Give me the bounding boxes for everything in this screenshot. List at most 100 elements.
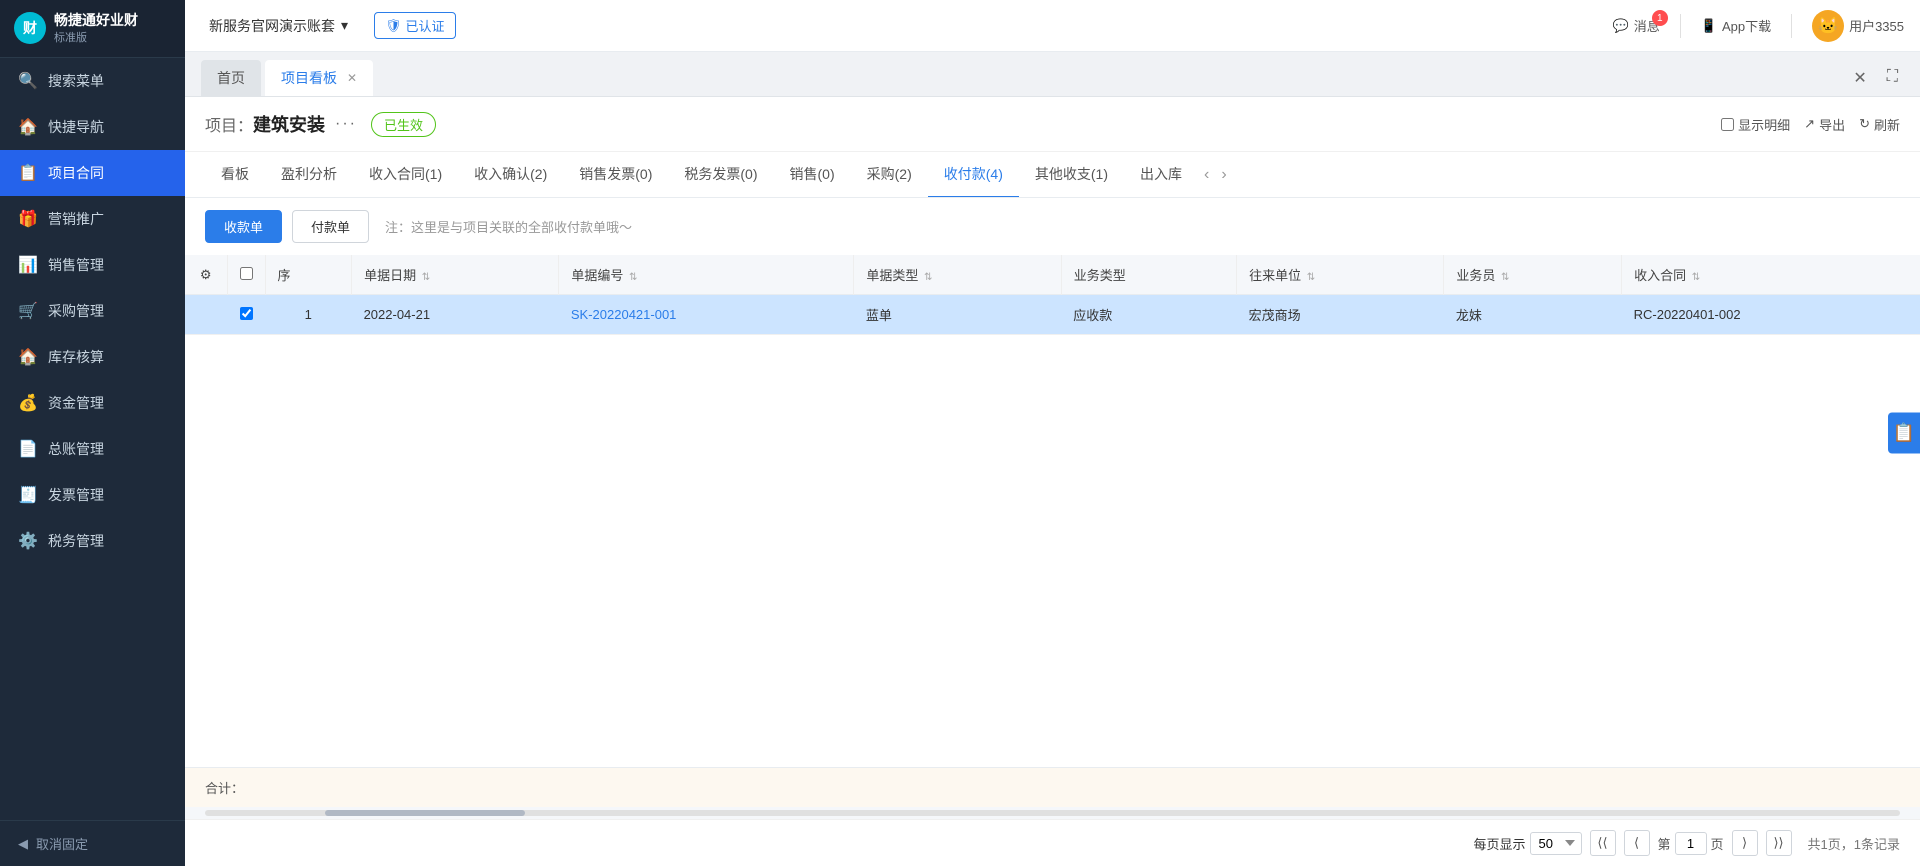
sidebar-item-capital[interactable]: 💰资金管理 [0,380,185,426]
col-biz-type: 业务类型 [1061,255,1236,295]
nav-tab-purchase[interactable]: 采购(2) [851,152,928,198]
show-detail-checkbox[interactable]: 显示明细 [1721,115,1790,134]
per-page-select[interactable]: 50 100 200 [1530,832,1582,855]
page-size-control: 每页显示 50 100 200 [1473,832,1581,855]
app-download-button[interactable]: 📱 App下载 [1701,16,1771,35]
tab-home-label: 首页 [217,68,245,88]
table-row[interactable]: 1 2022-04-21 SK-20220421-001 蓝单 应收款 宏茂商场… [185,295,1920,335]
nav-tab-kanban[interactable]: 看板 [205,152,265,198]
nav-tab-receipt[interactable]: 收付款(4) [928,152,1019,198]
sidebar-item-invoice[interactable]: 🧾发票管理 [0,472,185,518]
nav-tab-prev-arrow[interactable]: ‹ [1198,158,1215,192]
select-all-checkbox[interactable] [240,267,253,280]
col-type[interactable]: 单据类型 ⇅ [854,255,1061,295]
topbar-right: 💬 消息 1 📱 App下载 🐱 用户3355 [1613,10,1904,42]
tab-actions: ✕ ⛶ [1847,64,1904,92]
nav-tab-warehouse[interactable]: 出入库 [1124,152,1198,198]
current-page-input[interactable] [1675,832,1707,855]
horizontal-scrollbar[interactable] [185,807,1920,819]
sub-toolbar-note: 注：这里是与项目关联的全部收付款单哦～ [385,217,632,236]
project-name: 建筑安装 [253,111,325,137]
marketing-icon: 🎁 [18,209,38,229]
col-index: 序 [265,255,352,295]
scrollbar-thumb[interactable] [325,810,525,816]
topbar-divider-1 [1680,14,1681,38]
tab-home[interactable]: 首页 [201,60,261,96]
receipt-tab-button[interactable]: 收款单 [205,210,282,243]
export-button[interactable]: ↗ 导出 [1804,115,1845,134]
show-detail-input[interactable] [1721,118,1734,131]
message-button[interactable]: 💬 消息 1 [1613,16,1660,35]
sub-toolbar: 收款单 付款单 注：这里是与项目关联的全部收付款单哦～ [185,198,1920,255]
next-page-button[interactable]: ⟩ [1732,830,1758,856]
sidebar-item-inventory[interactable]: 🏠库存核算 [0,334,185,380]
sidebar-item-label: 资金管理 [48,393,104,413]
phone-icon: 📱 [1701,18,1717,34]
table-body: 1 2022-04-21 SK-20220421-001 蓝单 应收款 宏茂商场… [185,295,1920,335]
user-avatar: 🐱 [1812,10,1844,42]
row-income-contract: RC-20220401-002 [1622,295,1920,335]
page-info: 第 页 [1658,832,1724,855]
scrollbar-track[interactable] [205,810,1900,816]
prev-page-button[interactable]: ⟨ [1624,830,1650,856]
table-footer: 合计： [185,767,1920,807]
account-selector[interactable]: 新服务官网演示账套 ▾ [201,12,356,40]
fullscreen-button[interactable]: ⛶ [1881,64,1904,92]
search-icon: 🔍 [18,71,38,91]
nav-tab-other-expense[interactable]: 其他收支(1) [1019,152,1124,198]
sidebar-item-search[interactable]: 🔍搜索菜单 [0,58,185,104]
sidebar-item-label: 税务管理 [48,531,104,551]
tabbar: 首页 项目看板 ✕ ✕ ⛶ [185,52,1920,97]
row-number-link[interactable]: SK-20220421-001 [571,307,677,322]
app-version: 标准版 [54,29,138,45]
col-date[interactable]: 单据日期 ⇅ [352,255,559,295]
sidebar-item-ledger[interactable]: 📄总账管理 [0,426,185,472]
tab-project-board-close[interactable]: ✕ [347,71,357,85]
purchase-icon: 🛒 [18,301,38,321]
nav-tab-income-contract[interactable]: 收入合同(1) [353,152,458,198]
nav-tab-sales[interactable]: 销售(0) [774,152,851,198]
col-partner[interactable]: 往来单位 ⇅ [1237,255,1444,295]
nav-tab-sales-invoice[interactable]: 销售发票(0) [563,152,668,198]
col-settings[interactable]: ⚙ [185,255,227,295]
row-checkbox[interactable] [227,295,265,335]
user-profile-button[interactable]: 🐱 用户3355 [1812,10,1904,42]
sort-partner-icon: ⇅ [1307,272,1315,283]
col-number[interactable]: 单据编号 ⇅ [559,255,854,295]
sidebar-item-contract[interactable]: 📋项目合同 [0,150,185,196]
row-select-checkbox[interactable] [240,307,253,320]
sidebar-item-tax[interactable]: ⚙️税务管理 [0,518,185,564]
certified-badge: 🛡 已认证 [374,12,456,39]
app-logo: 财 [14,12,46,44]
sidebar-item-shortcut[interactable]: 🏠快捷导航 [0,104,185,150]
sidebar-unpin-button[interactable]: ◀ 取消固定 [0,820,185,866]
row-number[interactable]: SK-20220421-001 [559,295,854,335]
sidebar-item-purchase[interactable]: 🛒采购管理 [0,288,185,334]
nav-tab-income-confirm[interactable]: 收入确认(2) [458,152,563,198]
col-checkbox-header [227,255,265,295]
last-page-button[interactable]: ⟩⟩ [1766,830,1792,856]
tab-project-board[interactable]: 项目看板 ✕ [265,60,373,96]
nav-tab-next-arrow[interactable]: › [1215,158,1232,192]
nav-tab-profit[interactable]: 盈利分析 [265,152,353,198]
nav-tab-tax-invoice[interactable]: 税务发票(0) [668,152,773,198]
sidebar-item-marketing[interactable]: 🎁营销推广 [0,196,185,242]
side-feedback-button[interactable]: 📋 [1888,413,1920,454]
more-options-button[interactable]: ··· [335,115,357,133]
show-detail-label: 显示明细 [1738,115,1790,134]
row-partner: 宏茂商场 [1237,295,1444,335]
first-page-button[interactable]: ⟨⟨ [1590,830,1616,856]
refresh-button[interactable]: ↻ 刷新 [1859,115,1900,134]
sidebar-nav: 🔍搜索菜单🏠快捷导航📋项目合同🎁营销推广📊销售管理🛒采购管理🏠库存核算💰资金管理… [0,58,185,820]
col-income-contract[interactable]: 收入合同 ⇅ [1622,255,1920,295]
page-label: 第 [1658,834,1671,853]
sidebar-item-sales[interactable]: 📊销售管理 [0,242,185,288]
app-download-label: App下载 [1722,16,1771,35]
feedback-icon: 📋 [1893,423,1915,444]
close-all-tabs-button[interactable]: ✕ [1847,64,1872,92]
sidebar-header: 财 畅捷通好业财 标准版 [0,0,185,58]
payment-tab-button[interactable]: 付款单 [292,210,369,243]
col-salesperson[interactable]: 业务员 ⇅ [1444,255,1622,295]
certified-shield-icon: 🛡 [385,18,402,34]
sidebar-item-label: 销售管理 [48,255,104,275]
